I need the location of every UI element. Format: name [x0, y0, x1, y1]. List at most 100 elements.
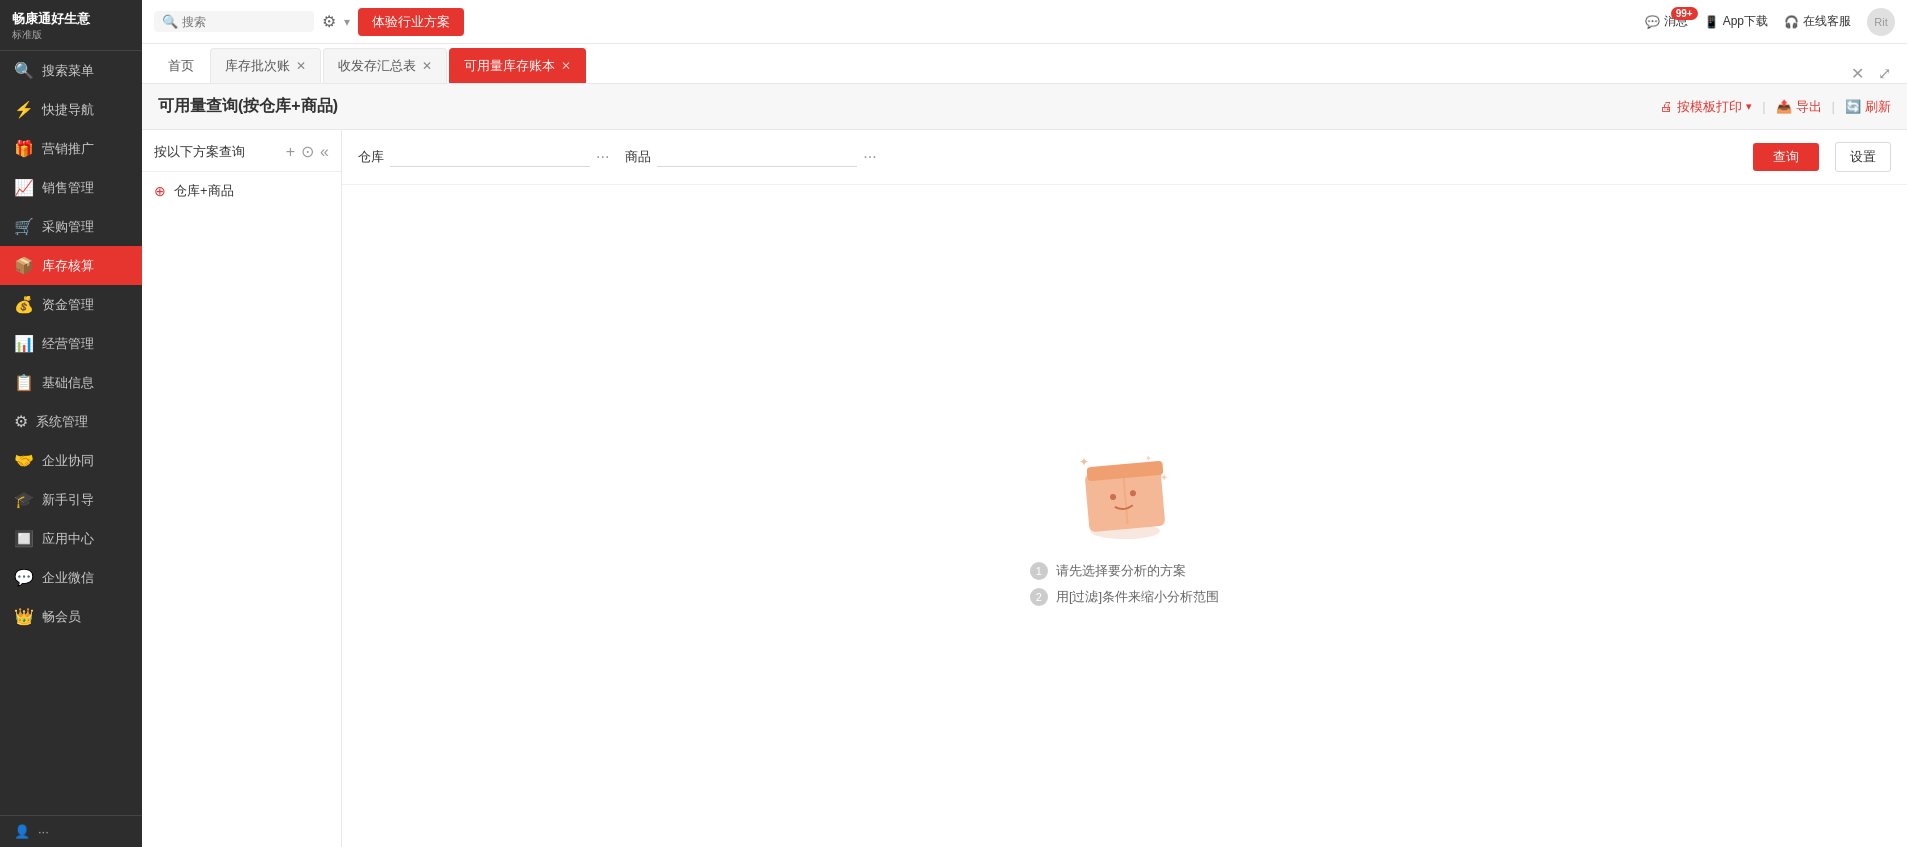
sidebar-item-system[interactable]: ⚙ 系统管理 — [0, 402, 142, 441]
filter-item-label: 仓库+商品 — [174, 182, 234, 200]
refresh-btn[interactable]: 🔄 刷新 — [1845, 98, 1891, 116]
sidebar-item-inventory[interactable]: 📦 库存核算 — [0, 246, 142, 285]
sidebar-item-guide[interactable]: 🎓 新手引导 — [0, 480, 142, 519]
export-icon: 📤 — [1776, 99, 1792, 114]
sidebar: 畅康通好生意 标准版 🔍 搜索菜单 ⚡ 快捷导航 🎁 营销推广 📈 销售管理 🛒… — [0, 0, 142, 847]
hint-num-1: 1 — [1030, 562, 1048, 580]
empty-hints: 1 请先选择要分析的方案 2 用[过滤]条件来缩小分析范围 — [1030, 562, 1219, 606]
filter-setting-btn[interactable]: ⊙ — [301, 142, 314, 161]
svg-text:✦: ✦ — [1079, 455, 1089, 469]
warehouse-input[interactable] — [390, 147, 590, 167]
product-input[interactable] — [657, 147, 857, 167]
search-icon: 🔍 — [162, 14, 178, 29]
refresh-icon: 🔄 — [1845, 99, 1861, 114]
member-icon: 👑 — [14, 607, 34, 626]
sidebar-logo: 畅康通好生意 标准版 — [0, 0, 142, 51]
product-label: 商品 — [625, 148, 651, 166]
wechat-icon: 💬 — [14, 568, 34, 587]
search-input[interactable] — [182, 15, 302, 29]
sidebar-item-label: 系统管理 — [36, 413, 88, 431]
maximize-window-btn[interactable]: ⤢ — [1874, 64, 1895, 83]
page-header: 可用量查询(按仓库+商品) 🖨 按模板打印 ▾ | 📤 导出 | 🔄 刷新 — [142, 84, 1907, 130]
sidebar-item-label: 企业微信 — [42, 569, 94, 587]
export-btn[interactable]: 📤 导出 — [1776, 98, 1822, 116]
tab-close-icon[interactable]: ✕ — [422, 59, 432, 73]
sidebar-item-label: 营销推广 — [42, 140, 94, 158]
warehouse-field: 仓库 ··· — [358, 147, 609, 167]
print-btn[interactable]: 🖨 按模板打印 ▾ — [1660, 98, 1752, 116]
sidebar-item-label: 基础信息 — [42, 374, 94, 392]
sidebar-item-wechat[interactable]: 💬 企业微信 — [0, 558, 142, 597]
avatar[interactable]: Rit — [1867, 8, 1895, 36]
phone-icon: 📱 — [1704, 15, 1719, 29]
tab-inventory-batch[interactable]: 库存批次账 ✕ — [210, 48, 321, 83]
tab-receive-summary[interactable]: 收发存汇总表 ✕ — [323, 48, 447, 83]
enterprise-icon: 🤝 — [14, 451, 34, 470]
sidebar-item-purchase[interactable]: 🛒 采购管理 — [0, 207, 142, 246]
sidebar-item-operations[interactable]: 📊 经营管理 — [0, 324, 142, 363]
sidebar-item-label: 快捷导航 — [42, 101, 94, 119]
sidebar-item-search[interactable]: 🔍 搜索菜单 — [0, 51, 142, 90]
topbar-right: 💬 消息 99+ 📱 App下载 🎧 在线客服 Rit — [1645, 8, 1895, 36]
product-dots-btn[interactable]: ··· — [863, 148, 876, 166]
shortcut-icon: ⚡ — [14, 100, 34, 119]
user-icon: 👤 — [14, 824, 30, 839]
sidebar-item-label: 采购管理 — [42, 218, 94, 236]
warehouse-dots-btn[interactable]: ··· — [596, 148, 609, 166]
sidebar-item-basic[interactable]: 📋 基础信息 — [0, 363, 142, 402]
sidebar-item-marketing[interactable]: 🎁 营销推广 — [0, 129, 142, 168]
close-window-btn[interactable]: ✕ — [1847, 64, 1868, 83]
tab-close-icon[interactable]: ✕ — [296, 59, 306, 73]
sidebar-bottom[interactable]: 👤 ··· — [0, 815, 142, 847]
operations-icon: 📊 — [14, 334, 34, 353]
sales-icon: 📈 — [14, 178, 34, 197]
right-content: 仓库 ··· 商品 ··· 查询 设置 — [342, 130, 1907, 847]
sidebar-item-member[interactable]: 👑 畅会员 — [0, 597, 142, 636]
filter-collapse-btn[interactable]: « — [320, 143, 329, 161]
query-btn[interactable]: 查询 — [1753, 143, 1819, 171]
topbar-chevron-icon[interactable]: ▾ — [344, 15, 350, 29]
topbar-search-area[interactable]: 🔍 — [154, 11, 314, 32]
basic-icon: 📋 — [14, 373, 34, 392]
gear-icon[interactable]: ⚙ — [322, 12, 336, 31]
tab-home[interactable]: 首页 — [154, 49, 208, 83]
svg-text:✦: ✦ — [1160, 472, 1168, 483]
product-field: 商品 ··· — [625, 147, 876, 167]
message-badge: 99+ — [1671, 7, 1698, 20]
tab-close-icon[interactable]: ✕ — [561, 59, 571, 73]
hint-num-2: 2 — [1030, 588, 1048, 606]
filter-item-icon: ⊕ — [154, 183, 166, 199]
sidebar-item-app-center[interactable]: 🔲 应用中心 — [0, 519, 142, 558]
sidebar-item-label: 新手引导 — [42, 491, 94, 509]
sidebar-scroll: 🔍 搜索菜单 ⚡ 快捷导航 🎁 营销推广 📈 销售管理 🛒 采购管理 📦 库存核… — [0, 51, 142, 815]
message-btn[interactable]: 💬 消息 99+ — [1645, 13, 1688, 30]
sidebar-item-label: 企业协同 — [42, 452, 94, 470]
sidebar-item-sales[interactable]: 📈 销售管理 — [0, 168, 142, 207]
topbar: 🔍 ⚙ ▾ 体验行业方案 💬 消息 99+ 📱 App下载 🎧 在线客服 Rit — [142, 0, 1907, 44]
query-settings-btn[interactable]: 设置 — [1835, 142, 1891, 172]
industry-btn[interactable]: 体验行业方案 — [358, 8, 464, 36]
app-download-btn[interactable]: 📱 App下载 — [1704, 13, 1768, 30]
purchase-icon: 🛒 — [14, 217, 34, 236]
page-title: 可用量查询(按仓库+商品) — [158, 96, 1660, 117]
filter-add-btn[interactable]: + — [286, 143, 295, 161]
sidebar-item-enterprise[interactable]: 🤝 企业协同 — [0, 441, 142, 480]
empty-hint-1: 1 请先选择要分析的方案 — [1030, 562, 1219, 580]
sidebar-item-label: 资金管理 — [42, 296, 94, 314]
tab-available-stock[interactable]: 可用量库存账本 ✕ — [449, 48, 586, 83]
sidebar-item-finance[interactable]: 💰 资金管理 — [0, 285, 142, 324]
svg-text:✦: ✦ — [1145, 454, 1152, 463]
headset-icon: 🎧 — [1784, 15, 1799, 29]
sidebar-item-label: 应用中心 — [42, 530, 94, 548]
marketing-icon: 🎁 — [14, 139, 34, 158]
sidebar-item-shortcut[interactable]: ⚡ 快捷导航 — [0, 90, 142, 129]
search-icon: 🔍 — [14, 61, 34, 80]
service-btn[interactable]: 🎧 在线客服 — [1784, 13, 1851, 30]
empty-hint-2: 2 用[过滤]条件来缩小分析范围 — [1030, 588, 1219, 606]
filter-item-warehouse-product[interactable]: ⊕ 仓库+商品 — [142, 172, 341, 210]
sidebar-item-label: 经营管理 — [42, 335, 94, 353]
filter-title: 按以下方案查询 — [154, 143, 280, 161]
message-icon: 💬 — [1645, 15, 1660, 29]
warehouse-label: 仓库 — [358, 148, 384, 166]
query-bar: 仓库 ··· 商品 ··· 查询 设置 — [342, 130, 1907, 185]
